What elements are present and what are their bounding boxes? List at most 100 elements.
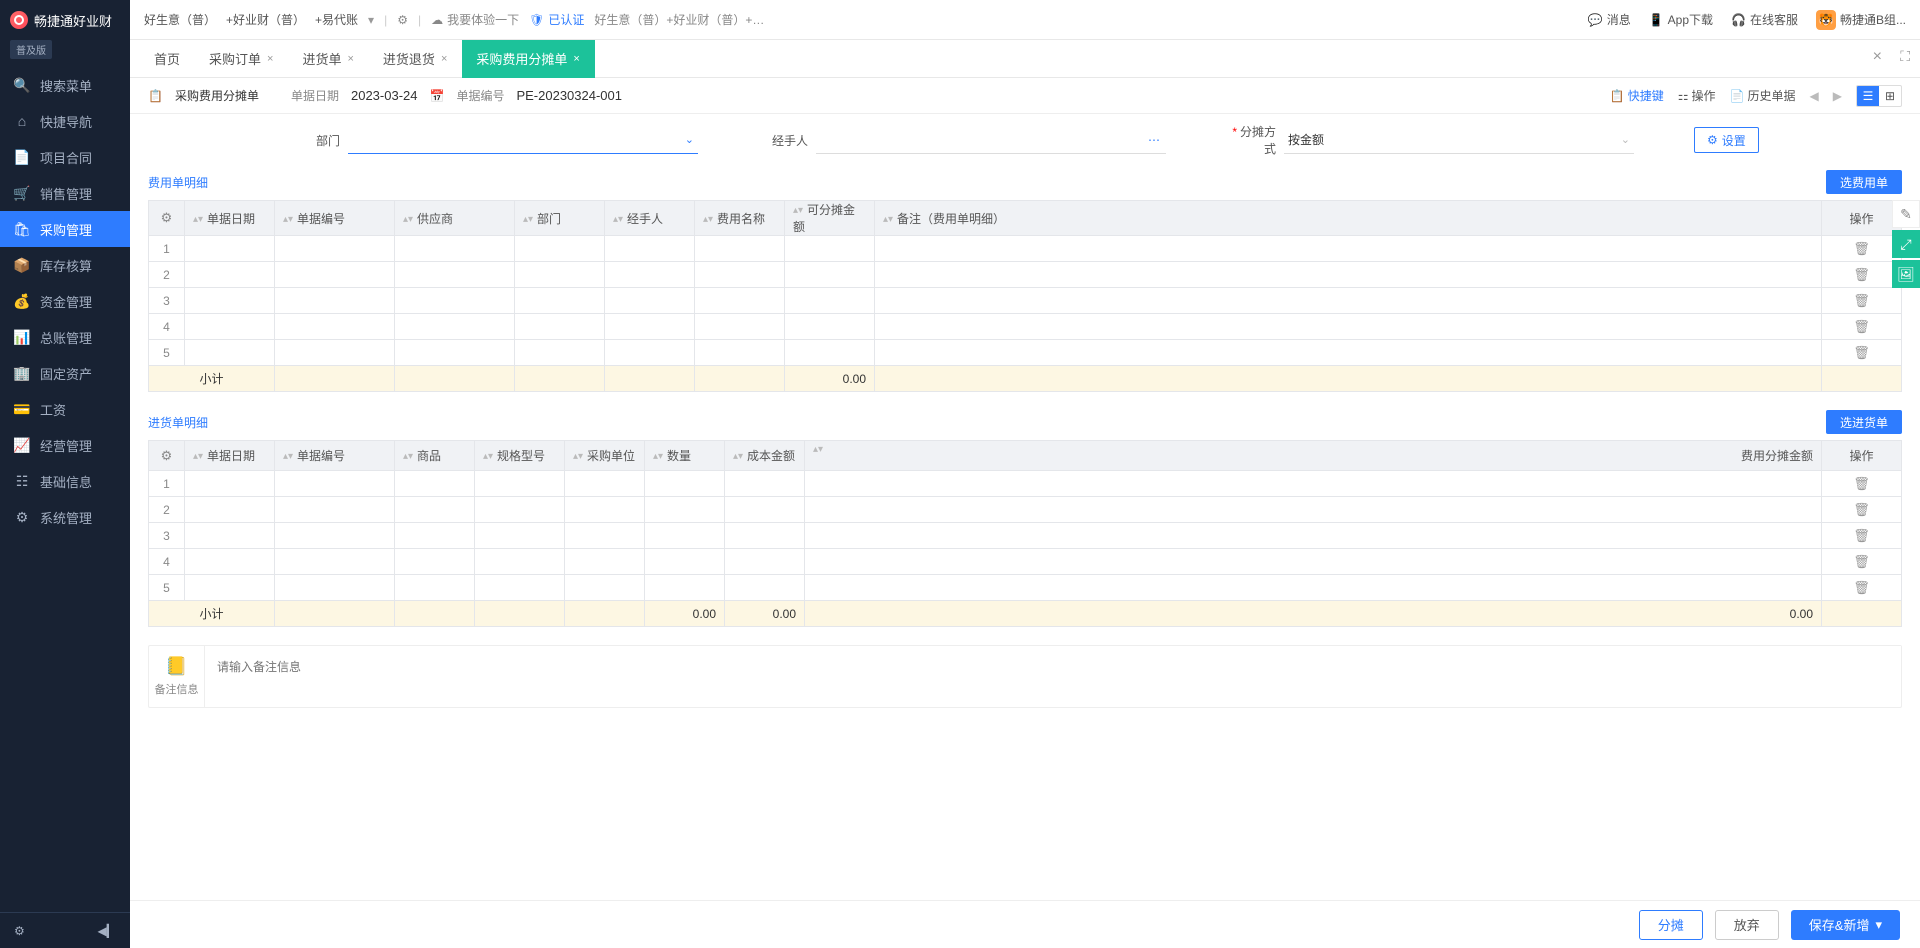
shortcut-button[interactable]: 📋 快捷键 <box>1610 87 1664 104</box>
table-row[interactable]: 4🗑 <box>149 314 1902 340</box>
col-feename[interactable]: 费用名称 <box>717 212 765 226</box>
save-button[interactable]: 保存&新增 ▾ <box>1791 910 1900 940</box>
expand-icon[interactable]: ⤢ <box>1892 230 1920 258</box>
gcol-unit[interactable]: 采购单位 <box>587 449 635 463</box>
sidebar-item-3[interactable]: 🛒销售管理 <box>0 175 130 211</box>
crumb-3[interactable]: +易代账 <box>315 11 358 28</box>
tab-4[interactable]: 采购费用分摊单× <box>462 40 594 78</box>
date-value[interactable]: 2023-03-24 <box>351 88 418 103</box>
delete-icon[interactable]: 🗑 <box>1853 528 1870 543</box>
delete-icon[interactable]: 🗑 <box>1853 345 1870 360</box>
table-row[interactable]: 1🗑 <box>149 471 1902 497</box>
sidebar-item-2[interactable]: 📄项目合同 <box>0 139 130 175</box>
sidebar-item-5[interactable]: 📦库存核算 <box>0 247 130 283</box>
dept-select[interactable]: ⌄ <box>348 126 698 154</box>
next-icon[interactable]: ▶ <box>1833 89 1842 103</box>
remark-label: 备注信息 <box>155 681 199 697</box>
col-supplier[interactable]: 供应商 <box>417 212 453 226</box>
crumb-1[interactable]: 好生意（普） <box>144 11 216 28</box>
sidebar-item-4[interactable]: 🛍采购管理 <box>0 211 130 247</box>
table-row[interactable]: 1🗑 <box>149 236 1902 262</box>
table-row[interactable]: 4🗑 <box>149 549 1902 575</box>
allot-button[interactable]: 分摊 <box>1639 910 1703 940</box>
discard-button[interactable]: 放弃 <box>1715 910 1779 940</box>
handler-select[interactable]: ⋯ <box>816 126 1166 154</box>
tab-1[interactable]: 采购订单× <box>195 40 288 78</box>
gcol-date[interactable]: 单据日期 <box>207 449 255 463</box>
delete-icon[interactable]: 🗑 <box>1853 476 1870 491</box>
sidebar-item-10[interactable]: 📈经营管理 <box>0 427 130 463</box>
table-row[interactable]: 3🗑 <box>149 288 1902 314</box>
gear-icon[interactable]: ⚙ <box>397 13 408 27</box>
table-row[interactable]: 3🗑 <box>149 523 1902 549</box>
chevron-down-icon[interactable]: ▾ <box>368 13 374 27</box>
method-select[interactable]: 按金额⌄ <box>1284 126 1634 154</box>
gcol-op: 操作 <box>1849 449 1873 463</box>
crumb-2[interactable]: +好业财（普） <box>226 11 305 28</box>
tab-3[interactable]: 进货退货× <box>369 40 462 78</box>
gcol-fee[interactable]: 费用分摊金额 <box>1741 449 1813 463</box>
crumb-more[interactable]: 好生意（普）+好业财（普）+… <box>594 11 764 28</box>
delete-icon[interactable]: 🗑 <box>1853 319 1870 334</box>
settings-button[interactable]: ⚙ 设置 <box>1694 127 1759 153</box>
sidebar-item-8[interactable]: 🏢固定资产 <box>0 355 130 391</box>
delete-icon[interactable]: 🗑 <box>1853 580 1870 595</box>
pick-expense-button[interactable]: 选费用单 <box>1826 170 1902 194</box>
image-icon[interactable]: 🖼 <box>1892 260 1920 288</box>
tab-close-icon[interactable]: × <box>347 53 353 65</box>
service-button[interactable]: 🎧 在线客服 <box>1731 11 1798 28</box>
try-button[interactable]: ☁ 我要体验一下 <box>431 11 519 28</box>
app-download-button[interactable]: 📱 App下载 <box>1649 11 1713 28</box>
view-card-icon[interactable]: ⊞ <box>1879 86 1901 106</box>
gcol-spec[interactable]: 规格型号 <box>497 449 545 463</box>
table-gear-icon[interactable]: ⚙ <box>161 210 173 225</box>
operations-button[interactable]: ⚏ 操作 <box>1678 87 1716 104</box>
tab-close-icon[interactable]: × <box>573 53 579 65</box>
edit-icon[interactable]: ✎ <box>1892 200 1920 228</box>
gcol-no[interactable]: 单据编号 <box>297 449 345 463</box>
col-remark[interactable]: 备注（费用单明细） <box>897 212 1005 226</box>
table-gear-icon[interactable]: ⚙ <box>161 448 173 463</box>
settings-icon[interactable]: ⚙ <box>14 924 25 938</box>
collapse-icon[interactable]: ◀▎ <box>98 924 116 938</box>
col-date[interactable]: 单据日期 <box>207 212 255 226</box>
tab-close-icon[interactable]: × <box>441 53 447 65</box>
pick-goods-button[interactable]: 选进货单 <box>1826 410 1902 434</box>
remark-input[interactable] <box>205 646 1901 698</box>
sidebar-item-9[interactable]: 💳工资 <box>0 391 130 427</box>
fullscreen-icon[interactable]: ⛶ <box>1900 48 1910 65</box>
sidebar-item-12[interactable]: ⚙系统管理 <box>0 499 130 535</box>
tab-2[interactable]: 进货单× <box>288 40 368 78</box>
tab-0[interactable]: 首页 <box>140 40 195 78</box>
message-button[interactable]: 💬 消息 <box>1588 11 1631 28</box>
close-all-icon[interactable]: × <box>1873 48 1882 66</box>
col-handler[interactable]: 经手人 <box>627 212 663 226</box>
table-row[interactable]: 5🗑 <box>149 340 1902 366</box>
table-row[interactable]: 2🗑 <box>149 262 1902 288</box>
logo-icon <box>10 11 28 29</box>
delete-icon[interactable]: 🗑 <box>1853 502 1870 517</box>
history-button[interactable]: 📄 历史单据 <box>1730 87 1796 104</box>
delete-icon[interactable]: 🗑 <box>1853 267 1870 282</box>
gcol-cost[interactable]: 成本金额 <box>747 449 795 463</box>
col-dept[interactable]: 部门 <box>537 212 561 226</box>
view-list-icon[interactable]: ☰ <box>1857 86 1879 106</box>
sidebar-item-1[interactable]: ⌂快捷导航 <box>0 103 130 139</box>
user-menu[interactable]: 🐯 畅捷通B组... <box>1816 10 1906 30</box>
table-row[interactable]: 2🗑 <box>149 497 1902 523</box>
gcol-qty[interactable]: 数量 <box>667 449 691 463</box>
delete-icon[interactable]: 🗑 <box>1853 241 1870 256</box>
delete-icon[interactable]: 🗑 <box>1853 554 1870 569</box>
sidebar-item-6[interactable]: 💰资金管理 <box>0 283 130 319</box>
col-no[interactable]: 单据编号 <box>297 212 345 226</box>
table-row[interactable]: 5🗑 <box>149 575 1902 601</box>
sidebar-item-11[interactable]: ☷基础信息 <box>0 463 130 499</box>
sidebar-item-7[interactable]: 📊总账管理 <box>0 319 130 355</box>
calendar-icon[interactable]: 📅 <box>429 89 444 103</box>
tab-close-icon[interactable]: × <box>267 53 273 65</box>
delete-icon[interactable]: 🗑 <box>1853 293 1870 308</box>
nav-icon: 🔍 <box>14 77 30 93</box>
prev-icon[interactable]: ◀ <box>1810 89 1819 103</box>
gcol-prod[interactable]: 商品 <box>417 449 441 463</box>
sidebar-item-0[interactable]: 🔍搜索菜单 <box>0 67 130 103</box>
